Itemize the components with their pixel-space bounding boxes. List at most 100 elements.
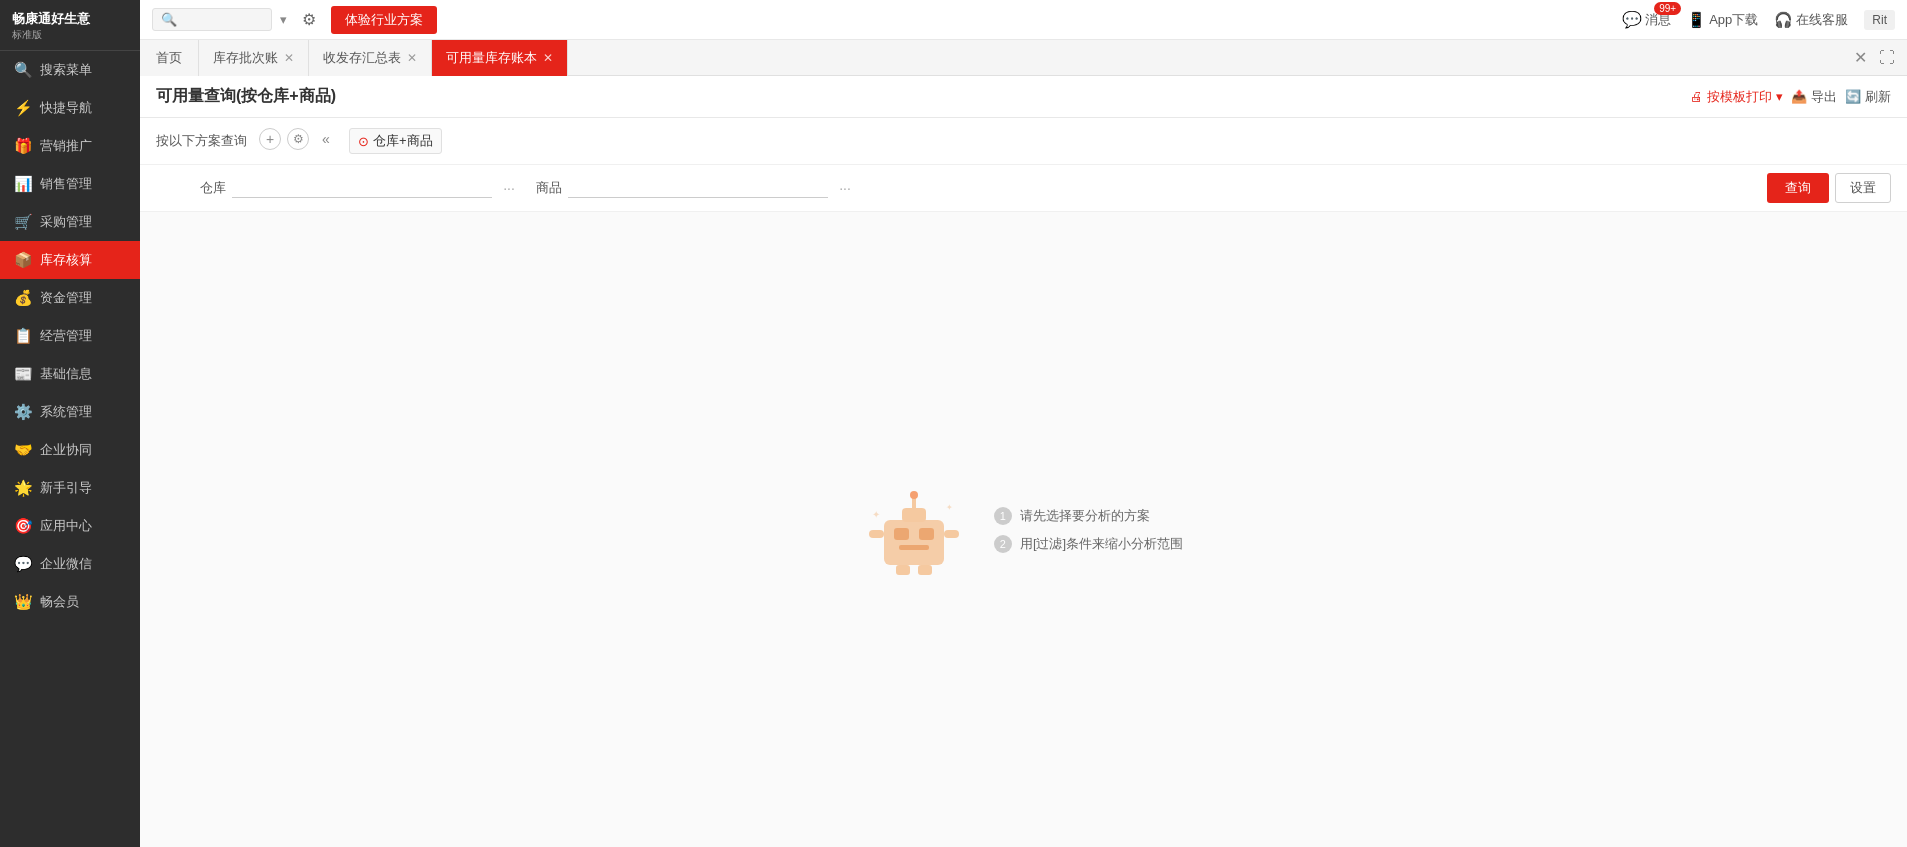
sidebar-item-app[interactable]: 🎯 应用中心 xyxy=(0,507,140,545)
scheme-warehouse-product[interactable]: ⊙ 仓库+商品 xyxy=(349,128,442,154)
sidebar-item-inventory[interactable]: 📦 库存核算 xyxy=(0,241,140,279)
cart-icon: 🛒 xyxy=(14,213,32,231)
box-icon: 📦 xyxy=(14,251,32,269)
trial-btn[interactable]: 体验行业方案 xyxy=(331,6,437,34)
add-scheme-button[interactable]: + xyxy=(259,128,281,150)
page-header: 可用量查询(按仓库+商品) 🖨 按模板打印 ▾ 📤 导出 🔄 刷新 xyxy=(140,76,1907,118)
sidebar-logo: 畅康通好生意 标准版 xyxy=(0,0,140,51)
template-dropdown-icon[interactable]: ▾ xyxy=(1776,89,1783,104)
sidebar-item-label: 新手引导 xyxy=(40,479,92,497)
tab-summary-label: 收发存汇总表 xyxy=(323,49,401,67)
sidebar-item-operation[interactable]: 📋 经营管理 xyxy=(0,317,140,355)
sidebar-item-label: 经营管理 xyxy=(40,327,92,345)
settings-button[interactable]: 设置 xyxy=(1835,173,1891,203)
sidebar-item-label: 基础信息 xyxy=(40,365,92,383)
svg-rect-1 xyxy=(894,528,909,540)
template-print-label: 按模板打印 xyxy=(1707,88,1772,106)
sidebar-item-member[interactable]: 👑 畅会员 xyxy=(0,583,140,621)
filter-buttons: 查询 设置 xyxy=(1767,173,1891,203)
sidebar-item-label: 搜索菜单 xyxy=(40,61,92,79)
printer-icon: 🖨 xyxy=(1690,89,1703,104)
refresh-button[interactable]: 🔄 刷新 xyxy=(1845,88,1891,106)
tab-expand-icon[interactable]: ⛶ xyxy=(1875,47,1899,69)
page-title: 可用量查询(按仓库+商品) xyxy=(156,86,336,107)
sidebar-item-finance[interactable]: 💰 资金管理 xyxy=(0,279,140,317)
service-label: 在线客服 xyxy=(1796,11,1848,29)
sidebar-item-purchase[interactable]: 🛒 采购管理 xyxy=(0,203,140,241)
product-input[interactable] xyxy=(568,178,828,198)
message-button[interactable]: 💬 消息 99+ xyxy=(1622,10,1671,29)
empty-step-2: 2 用[过滤]条件来缩小分析范围 xyxy=(994,535,1183,553)
export-button[interactable]: 📤 导出 xyxy=(1791,88,1837,106)
svg-rect-5 xyxy=(944,530,959,538)
tab-summary-close-icon[interactable]: ✕ xyxy=(407,52,417,64)
sidebar-item-label: 企业协同 xyxy=(40,441,92,459)
headphone-icon: 🎧 xyxy=(1774,11,1793,29)
warehouse-more-icon[interactable]: ··· xyxy=(498,177,520,199)
sidebar-item-base[interactable]: 📰 基础信息 xyxy=(0,355,140,393)
message-badge: 99+ xyxy=(1654,2,1681,15)
svg-rect-2 xyxy=(919,528,934,540)
info-icon: 📰 xyxy=(14,365,32,383)
sidebar-nav: 🔍 搜索菜单 ⚡ 快捷导航 🎁 营销推广 📊 销售管理 🛒 采购管理 📦 库存核… xyxy=(0,51,140,847)
sidebar-item-marketing[interactable]: 🎁 营销推广 xyxy=(0,127,140,165)
step-2-text: 用[过滤]条件来缩小分析范围 xyxy=(1020,535,1183,553)
sidebar-item-label: 营销推广 xyxy=(40,137,92,155)
online-service-button[interactable]: 🎧 在线客服 xyxy=(1774,11,1848,29)
empty-step-1: 1 请先选择要分析的方案 xyxy=(994,507,1183,525)
topbar-search-box[interactable]: 🔍 xyxy=(152,8,272,31)
message-icon: 💬 xyxy=(1622,10,1642,29)
tab-close-window-icon[interactable]: ✕ xyxy=(1850,46,1871,69)
settings-gear-icon[interactable]: ⚙ xyxy=(295,6,323,34)
svg-rect-6 xyxy=(902,508,926,522)
tab-available-label: 可用量库存账本 xyxy=(446,49,537,67)
query-button[interactable]: 查询 xyxy=(1767,173,1829,203)
svg-text:✦: ✦ xyxy=(946,503,953,512)
dropdown-arrow-icon[interactable]: ▾ xyxy=(280,12,287,27)
tab-batch-close-icon[interactable]: ✕ xyxy=(284,52,294,64)
tab-home[interactable]: 首页 xyxy=(140,40,199,76)
scheme-settings-button[interactable]: ⚙ xyxy=(287,128,309,150)
empty-state: ✦ ✦ 1 请先选择要分析的方案 2 用[过滤]条件来缩小分析范围 xyxy=(140,212,1907,847)
sidebar-item-label: 应用中心 xyxy=(40,517,92,535)
gear-icon: ⚙️ xyxy=(14,403,32,421)
warehouse-input[interactable] xyxy=(232,178,492,198)
svg-rect-9 xyxy=(896,565,910,575)
tab-available-close-icon[interactable]: ✕ xyxy=(543,52,553,64)
chart-icon: 📊 xyxy=(14,175,32,193)
sidebar-item-system[interactable]: ⚙️ 系统管理 xyxy=(0,393,140,431)
product-label: 商品 xyxy=(536,179,562,197)
sidebar-item-label: 畅会员 xyxy=(40,593,79,611)
sidebar-item-enterprise[interactable]: 🤝 企业协同 xyxy=(0,431,140,469)
tab-available[interactable]: 可用量库存账本 ✕ xyxy=(432,40,568,76)
sidebar-item-sales[interactable]: 📊 销售管理 xyxy=(0,165,140,203)
clipboard-icon: 📋 xyxy=(14,327,32,345)
template-print-button[interactable]: 🖨 按模板打印 ▾ xyxy=(1690,88,1783,106)
sidebar-item-label: 资金管理 xyxy=(40,289,92,307)
empty-illustration: ✦ ✦ xyxy=(864,480,964,580)
product-more-icon[interactable]: ··· xyxy=(834,177,856,199)
tab-home-label: 首页 xyxy=(156,49,182,67)
mobile-icon: 📱 xyxy=(1687,11,1706,29)
scheme-item-label: 仓库+商品 xyxy=(373,132,433,150)
sidebar-item-label: 企业微信 xyxy=(40,555,92,573)
user-avatar[interactable]: Rit xyxy=(1864,10,1895,30)
sidebar-item-quick[interactable]: ⚡ 快捷导航 xyxy=(0,89,140,127)
topbar: 🔍 ▾ ⚙ 体验行业方案 💬 消息 99+ 📱 App下载 🎧 在线客服 Rit xyxy=(140,0,1907,40)
scheme-collapse-button[interactable]: « xyxy=(315,128,337,150)
filter-product-field: 商品 ··· xyxy=(536,177,856,199)
app-download-button[interactable]: 📱 App下载 xyxy=(1687,11,1758,29)
star-icon: 🌟 xyxy=(14,479,32,497)
svg-rect-7 xyxy=(912,498,916,508)
sidebar-item-search[interactable]: 🔍 搜索菜单 xyxy=(0,51,140,89)
sidebar-item-label: 库存核算 xyxy=(40,251,92,269)
tab-summary[interactable]: 收发存汇总表 ✕ xyxy=(309,40,432,76)
tab-batch[interactable]: 库存批次账 ✕ xyxy=(199,40,309,76)
topbar-search-input[interactable] xyxy=(181,13,261,27)
money-icon: 💰 xyxy=(14,289,32,307)
sidebar-item-wechat[interactable]: 💬 企业微信 xyxy=(0,545,140,583)
filter-row: 仓库 ··· 商品 ··· 查询 设置 xyxy=(140,165,1907,212)
sidebar-item-guide[interactable]: 🌟 新手引导 xyxy=(0,469,140,507)
app-label: App下载 xyxy=(1709,11,1758,29)
step-1-number: 1 xyxy=(994,507,1012,525)
